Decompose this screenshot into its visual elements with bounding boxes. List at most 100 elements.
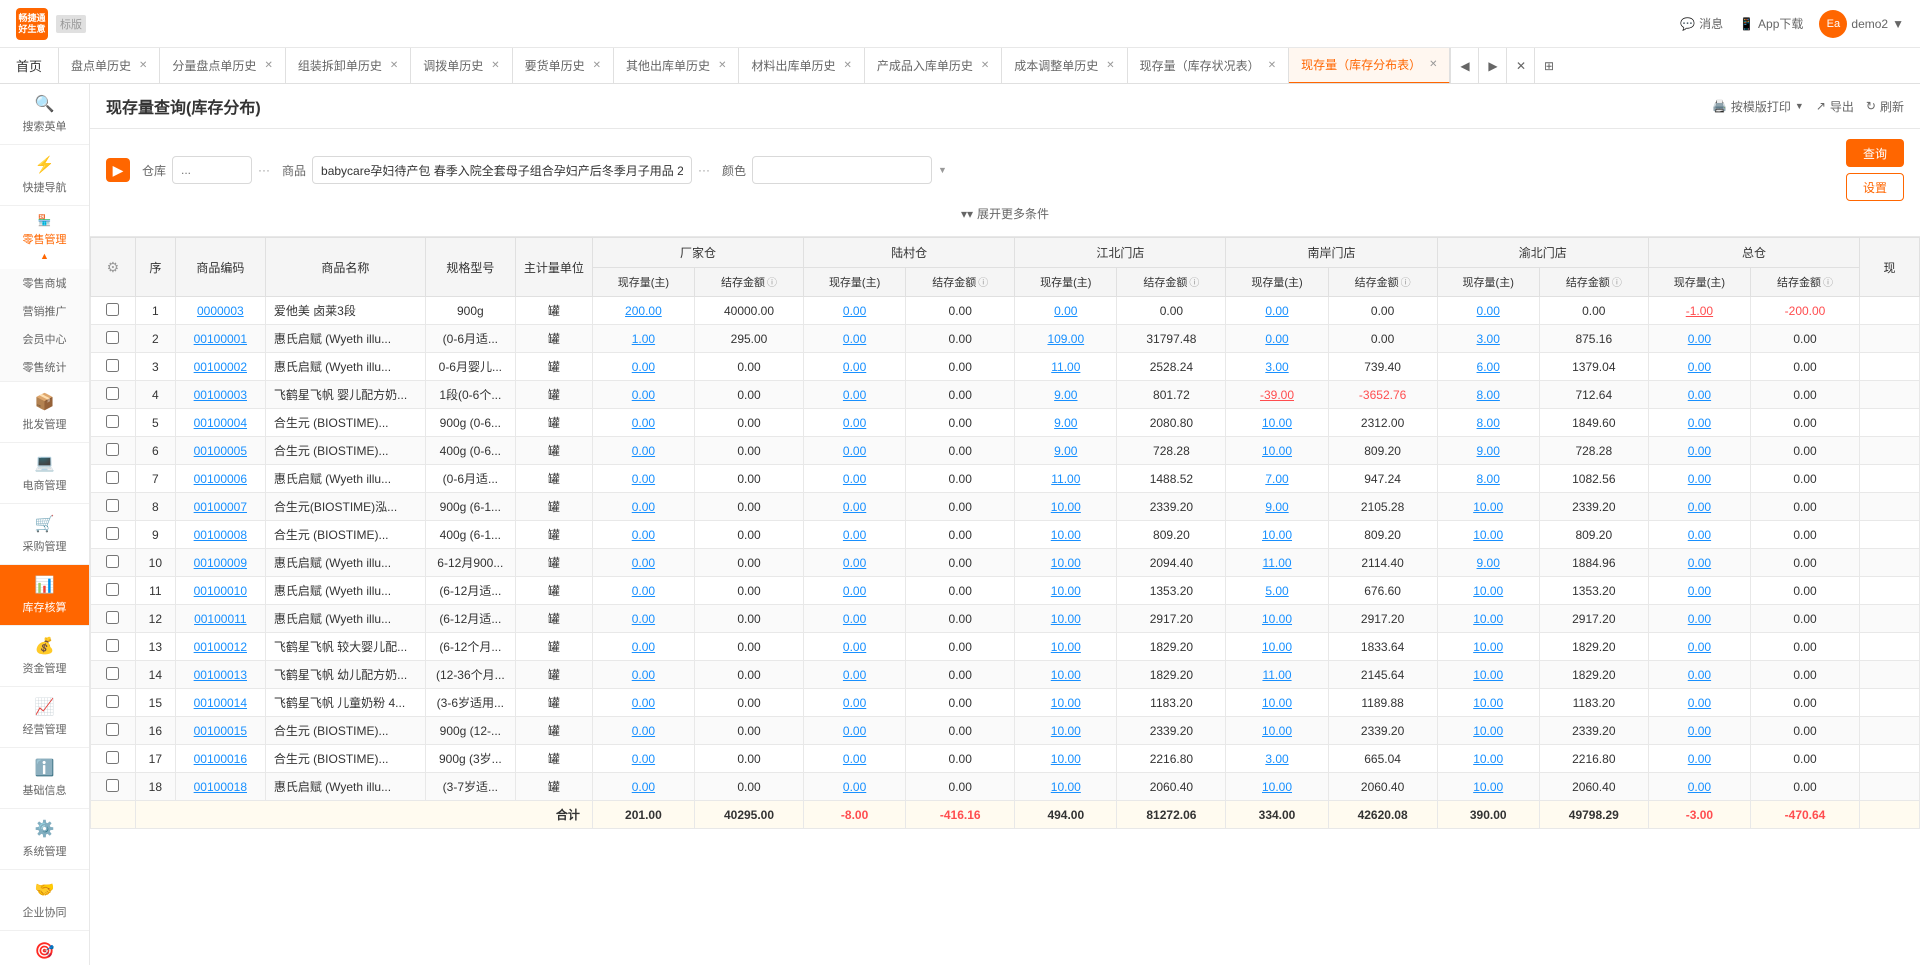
- row-checkbox[interactable]: [106, 555, 119, 568]
- tab-4-close[interactable]: ✕: [491, 60, 499, 71]
- jiangbei-qty[interactable]: 9.00: [1015, 409, 1117, 437]
- jiangbei-qty[interactable]: 10.00: [1015, 633, 1117, 661]
- user-area[interactable]: Ea demo2 ▼: [1819, 10, 1904, 38]
- sidebar-item-marketing[interactable]: 营销推广: [0, 297, 89, 325]
- jiangbei-qty[interactable]: 9.00: [1015, 381, 1117, 409]
- code-link[interactable]: 00100006: [194, 472, 247, 486]
- search-button[interactable]: 查询: [1846, 139, 1904, 167]
- jiangbei-qty[interactable]: 9.00: [1015, 437, 1117, 465]
- zongcang-qty[interactable]: 0.00: [1648, 521, 1750, 549]
- sidebar-item-mall[interactable]: 零售商城: [0, 269, 89, 297]
- changjia-qty[interactable]: 0.00: [592, 661, 694, 689]
- warehouse-more[interactable]: ···: [258, 163, 270, 177]
- row-checkbox[interactable]: [106, 779, 119, 792]
- sidebar-item-retail-stats[interactable]: 零售统计: [0, 353, 89, 381]
- zongcang-qty[interactable]: 0.00: [1648, 353, 1750, 381]
- row-checkbox[interactable]: [106, 471, 119, 484]
- yubei-qty[interactable]: 10.00: [1437, 605, 1539, 633]
- tab-4[interactable]: 调拨单历史 ✕: [411, 48, 512, 84]
- row-checkbox-cell[interactable]: [91, 409, 136, 437]
- zongcang-qty[interactable]: 0.00: [1648, 577, 1750, 605]
- row-code[interactable]: 00100016: [175, 745, 265, 773]
- row-code[interactable]: 00100008: [175, 521, 265, 549]
- export-btn[interactable]: ↗ 导出: [1816, 98, 1854, 115]
- tab-expand-btn[interactable]: ⊞: [1534, 48, 1562, 84]
- zongcang-qty[interactable]: 0.00: [1648, 465, 1750, 493]
- changjia-qty[interactable]: 0.00: [592, 577, 694, 605]
- zongcang-qty[interactable]: 0.00: [1648, 325, 1750, 353]
- row-checkbox-cell[interactable]: [91, 773, 136, 801]
- row-code[interactable]: 00100013: [175, 661, 265, 689]
- filter-arrow-btn[interactable]: ▶: [106, 158, 130, 182]
- goods-input[interactable]: [312, 156, 692, 184]
- lucun-qty[interactable]: 0.00: [804, 493, 906, 521]
- changjia-qty[interactable]: 0.00: [592, 409, 694, 437]
- jiangbei-qty[interactable]: 10.00: [1015, 661, 1117, 689]
- gear-icon[interactable]: ⚙: [107, 259, 120, 275]
- row-code[interactable]: 00100003: [175, 381, 265, 409]
- code-link[interactable]: 00100004: [194, 416, 247, 430]
- row-code[interactable]: 00100004: [175, 409, 265, 437]
- row-code[interactable]: 00100005: [175, 437, 265, 465]
- row-checkbox-cell[interactable]: [91, 437, 136, 465]
- tab-7-close[interactable]: ✕: [843, 60, 851, 71]
- tab-close-all-btn[interactable]: ✕: [1506, 48, 1534, 84]
- row-code[interactable]: 00100012: [175, 633, 265, 661]
- changjia-qty[interactable]: 0.00: [592, 745, 694, 773]
- row-checkbox[interactable]: [106, 527, 119, 540]
- row-checkbox-cell[interactable]: [91, 521, 136, 549]
- code-link[interactable]: 0000003: [197, 304, 244, 318]
- changjia-qty[interactable]: 200.00: [592, 297, 694, 325]
- tab-2-close[interactable]: ✕: [264, 60, 272, 71]
- zongcang-qty[interactable]: 0.00: [1648, 493, 1750, 521]
- lucun-qty[interactable]: 0.00: [804, 437, 906, 465]
- lucun-qty[interactable]: 0.00: [804, 521, 906, 549]
- sidebar-item-guide[interactable]: 🎯 新手引导: [0, 931, 89, 965]
- tab-6[interactable]: 其他出库单历史 ✕: [614, 48, 739, 84]
- row-checkbox[interactable]: [106, 751, 119, 764]
- zongcang-qty[interactable]: 0.00: [1648, 689, 1750, 717]
- sidebar-item-ecommerce[interactable]: 💻 电商管理: [0, 443, 89, 504]
- zongcang-qty[interactable]: 0.00: [1648, 773, 1750, 801]
- nanan-qty[interactable]: 10.00: [1226, 773, 1328, 801]
- zongcang-qty[interactable]: 0.00: [1648, 633, 1750, 661]
- jiangbei-qty[interactable]: 11.00: [1015, 465, 1117, 493]
- row-checkbox[interactable]: [106, 303, 119, 316]
- lucun-qty[interactable]: 0.00: [804, 297, 906, 325]
- nanan-qty[interactable]: 10.00: [1226, 689, 1328, 717]
- tab-11[interactable]: 现存量（库存分布表） ✕: [1289, 48, 1450, 84]
- row-checkbox[interactable]: [106, 611, 119, 624]
- app-download-btn[interactable]: 📱 App下载: [1739, 15, 1803, 32]
- yubei-qty[interactable]: 3.00: [1437, 325, 1539, 353]
- row-checkbox[interactable]: [106, 331, 119, 344]
- changjia-qty[interactable]: 0.00: [592, 521, 694, 549]
- changjia-qty[interactable]: 0.00: [592, 717, 694, 745]
- row-checkbox-cell[interactable]: [91, 605, 136, 633]
- zongcang-qty[interactable]: 0.00: [1648, 549, 1750, 577]
- code-link[interactable]: 00100013: [194, 668, 247, 682]
- nanan-qty[interactable]: 3.00: [1226, 745, 1328, 773]
- tab-5-close[interactable]: ✕: [593, 60, 601, 71]
- yubei-qty[interactable]: 10.00: [1437, 745, 1539, 773]
- nanan-qty[interactable]: -39.00: [1226, 381, 1328, 409]
- nanan-qty[interactable]: 11.00: [1226, 549, 1328, 577]
- settings-button[interactable]: 设置: [1846, 173, 1904, 201]
- changjia-qty[interactable]: 0.00: [592, 465, 694, 493]
- changjia-qty[interactable]: 0.00: [592, 493, 694, 521]
- row-checkbox-cell[interactable]: [91, 353, 136, 381]
- zongcang-qty[interactable]: -1.00: [1648, 297, 1750, 325]
- sidebar-item-basic[interactable]: ℹ️ 基础信息: [0, 748, 89, 809]
- lucun-qty[interactable]: 0.00: [804, 661, 906, 689]
- tab-3[interactable]: 组装拆卸单历史 ✕: [286, 48, 411, 84]
- row-checkbox[interactable]: [106, 723, 119, 736]
- nanan-qty[interactable]: 3.00: [1226, 353, 1328, 381]
- row-checkbox-cell[interactable]: [91, 493, 136, 521]
- jiangbei-qty[interactable]: 109.00: [1015, 325, 1117, 353]
- sidebar-item-nav[interactable]: ⚡ 快捷导航: [0, 145, 89, 206]
- row-checkbox-cell[interactable]: [91, 297, 136, 325]
- yubei-qty[interactable]: 6.00: [1437, 353, 1539, 381]
- zongcang-qty[interactable]: 0.00: [1648, 409, 1750, 437]
- code-link[interactable]: 00100003: [194, 388, 247, 402]
- yubei-qty[interactable]: 10.00: [1437, 717, 1539, 745]
- jiangbei-qty[interactable]: 10.00: [1015, 521, 1117, 549]
